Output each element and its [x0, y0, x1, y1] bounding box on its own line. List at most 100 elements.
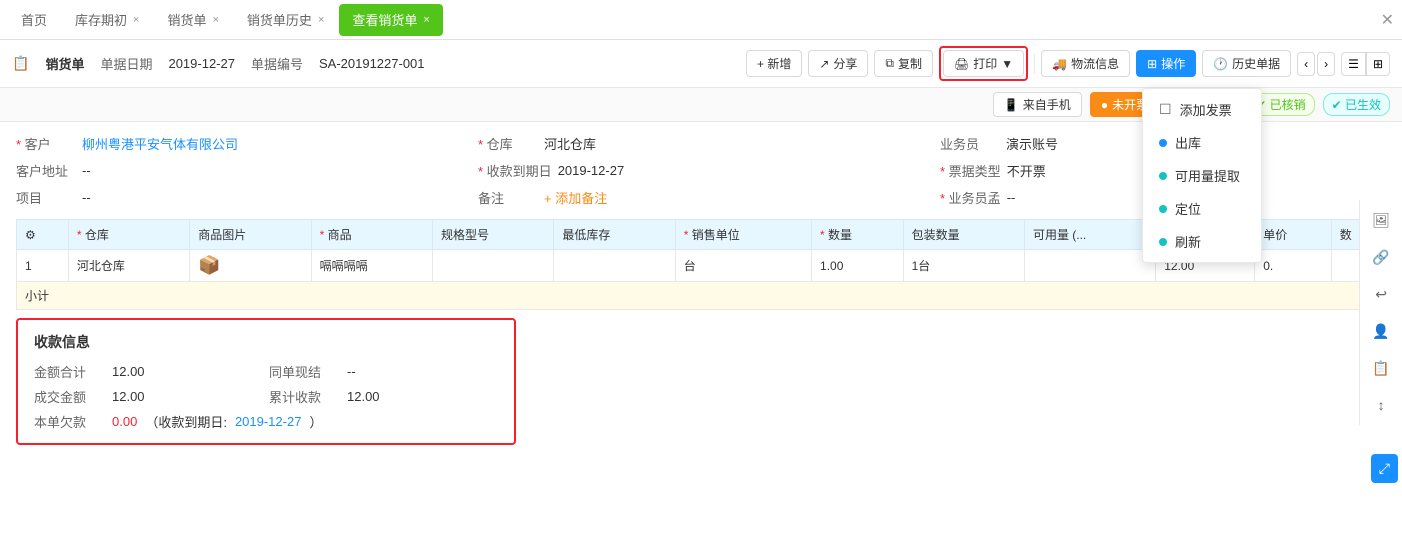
dot-blue-icon [1159, 139, 1167, 147]
check-icon-3: ✔ [1332, 98, 1342, 112]
plus-icon: + [544, 191, 552, 206]
print-button[interactable]: 🖨 打印 ▼ [943, 50, 1024, 77]
salesman2-label: 业务员孟 [940, 188, 1001, 207]
gear-icon: ⚙ [25, 228, 36, 242]
expand-button[interactable]: ⤢ [1371, 454, 1398, 483]
view-buttons: ☰ ⊞ [1341, 52, 1390, 76]
printer-icon: 🖨 [954, 57, 969, 71]
prev-button[interactable]: ‹ [1297, 52, 1315, 76]
current-owed-label: 本单欠款 [34, 412, 104, 431]
add-remark-btn[interactable]: + 添加备注 [544, 188, 607, 207]
tab-bar: 首页 库存期初 × 销货单 × 销货单历史 × 查看销货单 × ✕ [0, 0, 1402, 40]
cell-min-stock [554, 250, 675, 282]
new-button[interactable]: + 新增 [746, 50, 802, 77]
right-user-btn[interactable]: 👤 [1364, 315, 1398, 348]
customer-row: 客户 柳州粤港平安气体有限公司 [16, 134, 462, 153]
right-clipboard-btn[interactable]: 📋 [1364, 352, 1398, 385]
dropdown-available-qty[interactable]: 可用量提取 [1143, 159, 1261, 192]
from-phone-button[interactable]: 📱 来自手机 [993, 92, 1082, 117]
same-order-value: -- [347, 364, 356, 379]
right-panel: 🖼 🔗 ↩ 👤 📋 ↕ [1359, 200, 1402, 425]
copy-button[interactable]: ⧉ 复制 [874, 50, 933, 77]
right-link-btn[interactable]: 🔗 [1364, 241, 1398, 274]
logistics-button[interactable]: 🚚 物流信息 [1041, 50, 1130, 77]
payment-date-label: 收款到期日 [478, 161, 552, 180]
print-highlight-box: 🖨 打印 ▼ [939, 46, 1028, 81]
tab-sales-history[interactable]: 销货单历史 × [234, 4, 337, 36]
col-spec: 规格型号 [432, 220, 553, 250]
tab-inventory-init-close[interactable]: × [133, 14, 139, 26]
tab-check-sales-close[interactable]: × [423, 14, 429, 26]
total-amount-value: 12.00 [112, 364, 145, 379]
col-qty: 数量 [812, 220, 904, 250]
window-close-btn[interactable]: ✕ [1381, 10, 1394, 30]
cell-spec [432, 250, 553, 282]
right-return-btn[interactable]: ↩ [1364, 278, 1398, 311]
share-button[interactable]: ↗ 分享 [808, 50, 868, 77]
tab-sales-history-close[interactable]: × [318, 14, 324, 26]
dot-cyan-icon-2 [1159, 205, 1167, 213]
tab-sales-order-close[interactable]: × [212, 14, 218, 26]
tab-home-label: 首页 [21, 10, 47, 29]
dropdown-locate[interactable]: 定位 [1143, 192, 1261, 225]
address-label: 客户地址 [16, 161, 76, 180]
cell-no: 1 [17, 250, 69, 282]
dot-cyan-icon-3 [1159, 238, 1167, 246]
doc-type-icon: 📋 [12, 55, 29, 72]
subtotal-label: 小计 [17, 282, 1386, 310]
remark-label: 备注 [478, 188, 538, 207]
divider-1 [1034, 54, 1035, 74]
list-view-btn[interactable]: ☰ [1341, 52, 1366, 76]
ticket-type-value: 不开票 [1007, 161, 1046, 180]
doc-info: 📋 销货单 单据日期 2019-12-27 单据编号 SA-20191227-0… [12, 54, 425, 73]
project-value: -- [82, 190, 91, 205]
next-button[interactable]: › [1317, 52, 1335, 76]
right-image-btn[interactable]: 🖼 [1364, 204, 1398, 237]
tab-check-sales[interactable]: 查看销货单 × [339, 4, 442, 36]
salesman2-value: -- [1007, 190, 1016, 205]
effect-status: ✔ 已生效 [1323, 93, 1390, 116]
tab-inventory-init[interactable]: 库存期初 × [62, 4, 152, 36]
phone-icon: 📱 [1004, 98, 1019, 112]
address-row: 客户地址 -- [16, 161, 462, 180]
cell-available [1024, 250, 1155, 282]
tab-sales-order[interactable]: 销货单 × [154, 4, 231, 36]
salesman-label: 业务员 [940, 134, 1000, 153]
dropdown-add-invoice[interactable]: ☐ 添加发票 [1143, 93, 1261, 126]
col-gear: ⚙ [17, 220, 69, 250]
cell-product: 嗝嗝嗝嗝 [311, 250, 432, 282]
cell-price: 0. [1255, 250, 1332, 282]
dropdown-outbound[interactable]: 出库 [1143, 126, 1261, 159]
transaction-amount-value: 12.00 [112, 389, 145, 404]
accumulated-row: 累计收款 12.00 [269, 387, 498, 406]
current-owed-value: 0.00 [112, 414, 137, 429]
customer-value[interactable]: 柳州粤港平安气体有限公司 [82, 134, 238, 153]
tab-inventory-init-label: 库存期初 [75, 10, 127, 29]
toolbar-actions: + 新增 ↗ 分享 ⧉ 复制 🖨 打印 ▼ 🚚 物流信息 [746, 46, 1390, 81]
history-button[interactable]: 🕐 历史单据 [1202, 50, 1291, 77]
total-amount-label: 金额合计 [34, 362, 104, 381]
tab-home[interactable]: 首页 [8, 4, 60, 36]
number-value: SA-20191227-001 [319, 56, 425, 71]
same-order-label: 同单现结 [269, 362, 339, 381]
accumulated-label: 累计收款 [269, 387, 339, 406]
date-value: 2019-12-27 [168, 56, 235, 71]
print-dropdown-arrow: ▼ [1001, 57, 1013, 71]
col-price: 单价 [1255, 220, 1332, 250]
col-unit: 销售单位 [675, 220, 811, 250]
salesman-value: 演示账号 [1006, 134, 1058, 153]
address-value: -- [82, 163, 91, 178]
col-pack-qty: 包装数量 [903, 220, 1024, 250]
project-row: 项目 -- [16, 188, 462, 207]
payment-date-value: 2019-12-27 [558, 163, 625, 178]
warehouse-value: 河北仓库 [544, 134, 596, 153]
same-order-row: 同单现结 -- [269, 362, 498, 381]
due-date-info: （收款到期日: [145, 412, 227, 431]
project-label: 项目 [16, 188, 76, 207]
operate-button[interactable]: ⊞ 操作 [1136, 50, 1196, 77]
grid-view-btn[interactable]: ⊞ [1366, 52, 1390, 76]
right-swap-btn[interactable]: ↕ [1364, 389, 1398, 421]
tab-check-sales-label: 查看销货单 [352, 10, 417, 29]
dropdown-refresh[interactable]: 刷新 [1143, 225, 1261, 258]
cell-qty: 1.00 [812, 250, 904, 282]
